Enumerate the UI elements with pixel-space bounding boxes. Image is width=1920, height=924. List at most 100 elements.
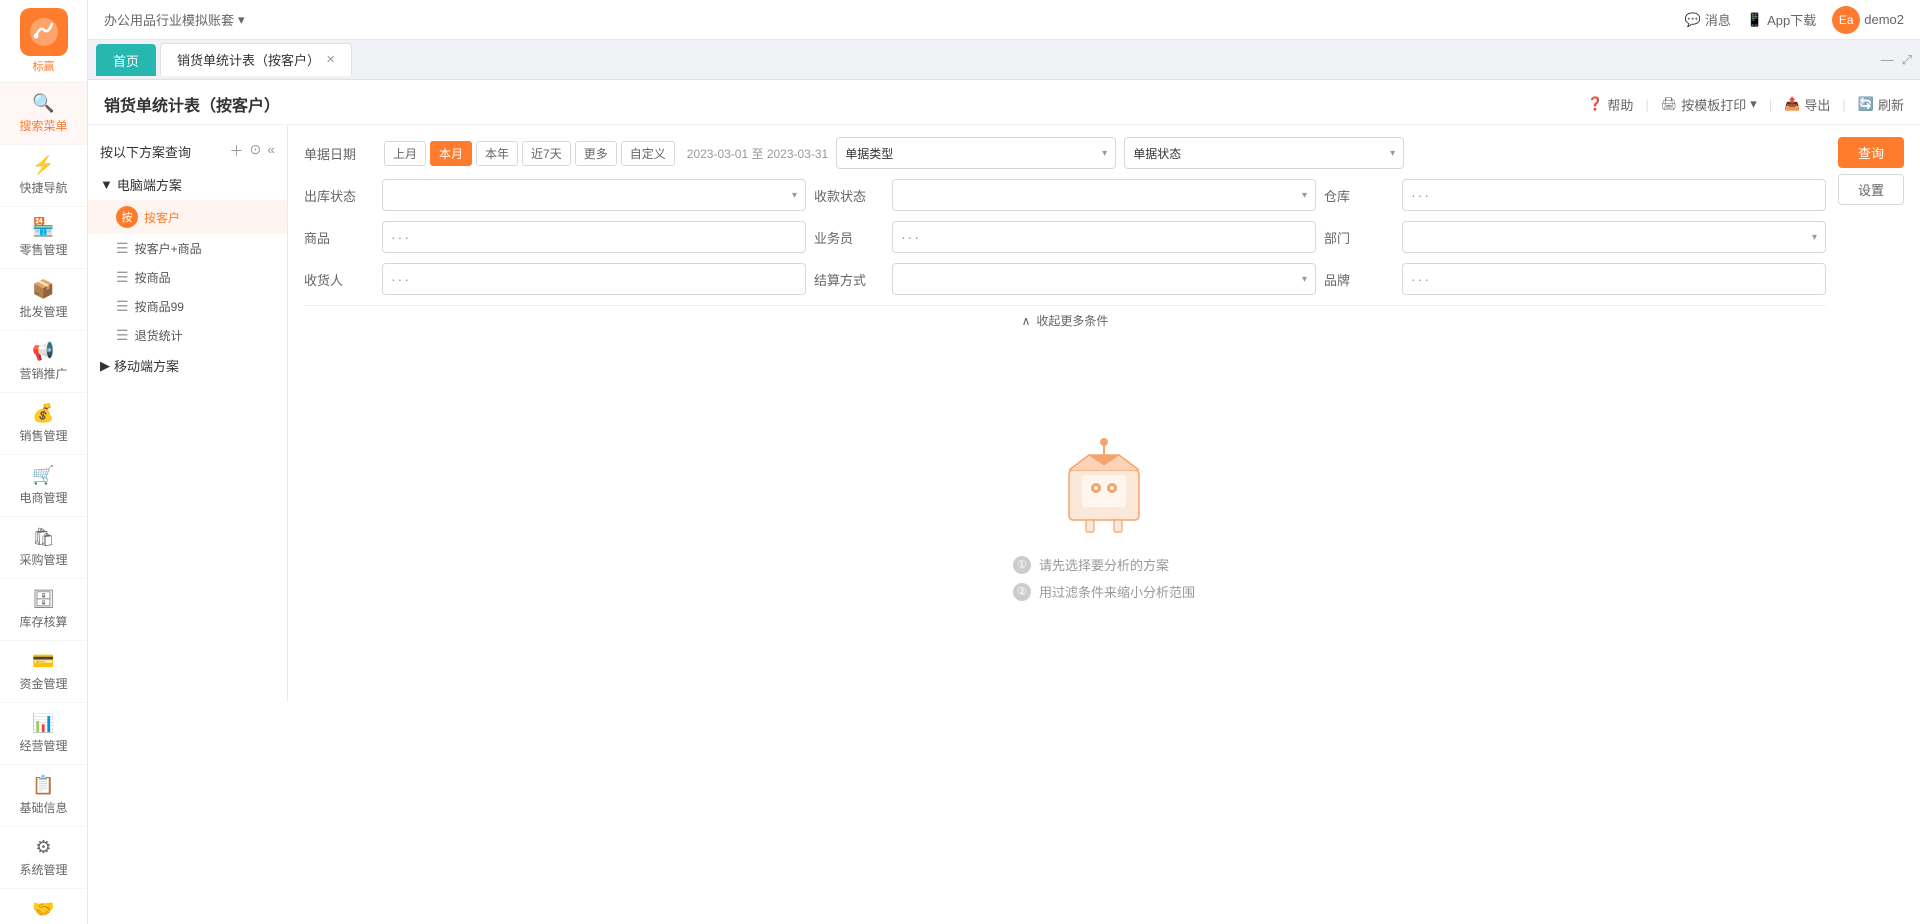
empty-tip-2: ② 用过滤条件来缩小分析范围	[1013, 582, 1195, 601]
order-type-select[interactable]: 单据类型 ▾	[836, 137, 1116, 169]
filter-row-4: 收货人 ··· 结算方式 ▾	[304, 263, 1826, 295]
scheme-item-by-goods[interactable]: ☰ 按商品	[88, 263, 287, 292]
industry-label: 办公用品行业模拟账套	[104, 10, 234, 29]
scheme-item-by-customer[interactable]: 按 按客户	[88, 200, 287, 234]
operation-icon: 📊	[32, 713, 54, 734]
sidebar-item-ecommerce-label: 电商管理	[19, 489, 67, 506]
export-btn[interactable]: 📤 导出	[1784, 95, 1830, 114]
print-dropdown-icon: ▾	[1750, 96, 1757, 112]
scheme-icon-return-stat: ☰	[116, 327, 129, 344]
filter-pay-status: 收款状态 ▾	[814, 179, 1316, 211]
date-btn-custom[interactable]: 自定义	[621, 141, 675, 166]
sidebar-item-wholesale[interactable]: 📦 批发管理	[0, 269, 87, 331]
sidebar-item-sales-label: 销售管理	[19, 427, 67, 444]
page-inner: 销货单统计表（按客户） ❓ 帮助 | 🖨 按模板打印 ▾ | 📤	[88, 80, 1920, 924]
scheme-group-mobile: ▶ 移动端方案	[88, 350, 287, 381]
pay-status-input[interactable]: ▾	[892, 179, 1316, 211]
add-scheme-btn[interactable]: ＋	[229, 141, 243, 161]
scheme-group-desktop-title[interactable]: ▼ 电脑端方案	[88, 169, 287, 200]
payment-input[interactable]: ▾	[892, 263, 1316, 295]
payment-label: 结算方式	[814, 270, 884, 289]
sidebar-item-inventory[interactable]: 🗄 库存核算	[0, 579, 87, 641]
avatar: Ea	[1832, 6, 1860, 34]
sidebar-item-enterprise[interactable]: 🤝 企业协同	[0, 889, 87, 924]
date-btn-more[interactable]: 更多	[575, 141, 617, 166]
empty-tip-1: ① 请先选择要分析的方案	[1013, 555, 1195, 574]
out-status-input[interactable]: ▾	[382, 179, 806, 211]
date-range-text: 2023-03-01 至 2023-03-31	[687, 145, 828, 162]
user-info[interactable]: Ea demo2	[1832, 6, 1904, 34]
settings-button[interactable]: 设置	[1838, 174, 1904, 205]
sidebar-item-purchase[interactable]: 🛍 采购管理	[0, 517, 87, 579]
tab-sales-stat[interactable]: 销货单统计表（按客户） ✕	[160, 43, 352, 76]
dept-label: 部门	[1324, 228, 1394, 247]
receiver-input[interactable]: ···	[382, 263, 806, 295]
scheme-icon-by-goods99: ☰	[116, 298, 129, 315]
help-btn[interactable]: ❓ 帮助	[1587, 95, 1633, 114]
top-header: 办公用品行业模拟账套 ▾ 💬 消息 📱 App下载 Ea demo2	[88, 0, 1920, 40]
sidebar-item-system[interactable]: ⚙ 系统管理	[0, 827, 87, 889]
filter-staff: 业务员 ···	[814, 221, 1316, 253]
industry-dropdown[interactable]: 办公用品行业模拟账套 ▾	[104, 10, 245, 29]
sidebar-item-search[interactable]: 🔍 搜索菜单	[0, 83, 87, 145]
goods-input[interactable]: ···	[382, 221, 806, 253]
sidebar: 标赢 🔍 搜索菜单 ⚡ 快捷导航 🏪 零售管理 📦 批发管理 📢 营销推广 💰 …	[0, 0, 88, 924]
date-btn-last-month[interactable]: 上月	[384, 141, 426, 166]
date-btn-this-year[interactable]: 本年	[476, 141, 518, 166]
brand-label: 品牌	[1324, 270, 1394, 289]
date-btn-this-month[interactable]: 本月	[430, 141, 472, 166]
goods-dots: ···	[391, 229, 411, 245]
order-status-select[interactable]: 单据状态 ▾	[1124, 137, 1404, 169]
purchase-icon: 🛍	[32, 527, 55, 548]
tab-bar-maximize[interactable]: ⤢	[1902, 52, 1912, 68]
sidebar-item-quicknav[interactable]: ⚡ 快捷导航	[0, 145, 87, 207]
sidebar-item-retail[interactable]: 🏪 零售管理	[0, 207, 87, 269]
refresh-btn[interactable]: 🔄 刷新	[1858, 95, 1904, 114]
date-label: 单据日期	[304, 144, 384, 163]
tab-bar: 首页 销货单统计表（按客户） ✕ — ⤢	[88, 40, 1920, 80]
tab-close-icon[interactable]: ✕	[326, 53, 335, 66]
scheme-item-by-goods99[interactable]: ☰ 按商品99	[88, 292, 287, 321]
wholesale-icon: 📦	[32, 279, 54, 300]
scheme-item-customer-goods[interactable]: ☰ 按客户+商品	[88, 234, 287, 263]
scheme-item-by-customer-label: 按客户	[144, 209, 180, 226]
collapse-panel-btn[interactable]: «	[267, 141, 275, 161]
export-icon: 📤	[1784, 96, 1800, 112]
sidebar-item-basic[interactable]: 📋 基础信息	[0, 765, 87, 827]
tab-bar-minimize[interactable]: —	[1881, 52, 1894, 68]
message-btn[interactable]: 💬 消息	[1685, 10, 1731, 29]
content-area: 按以下方案查询 ＋ ⊙ « ▼ 电脑端方案	[88, 125, 1920, 701]
sidebar-item-operation[interactable]: 📊 经营管理	[0, 703, 87, 765]
scheme-item-return-stat[interactable]: ☰ 退货统计	[88, 321, 287, 350]
page-title: 销货单统计表（按客户）	[104, 92, 280, 116]
title-actions: ❓ 帮助 | 🖨 按模板打印 ▾ | 📤 导出 |	[1587, 95, 1904, 114]
out-status-label: 出库状态	[304, 186, 374, 205]
sidebar-item-sales[interactable]: 💰 销售管理	[0, 393, 87, 455]
query-button[interactable]: 查询	[1838, 137, 1904, 168]
print-icon: 🖨	[1661, 96, 1678, 112]
scheme-group-mobile-title[interactable]: ▶ 移动端方案	[88, 350, 287, 381]
dept-input[interactable]: ▾	[1402, 221, 1826, 253]
sidebar-item-operation-label: 经营管理	[19, 737, 67, 754]
dropdown-icon: ▾	[238, 12, 245, 28]
warehouse-input[interactable]: ···	[1402, 179, 1826, 211]
app-download-btn[interactable]: 📱 App下载	[1747, 10, 1816, 29]
sidebar-nav: 🔍 搜索菜单 ⚡ 快捷导航 🏪 零售管理 📦 批发管理 📢 营销推广 💰 销售管…	[0, 83, 87, 924]
sidebar-item-finance[interactable]: 💳 资金管理	[0, 641, 87, 703]
template-print-btn[interactable]: 🖨 按模板打印 ▾	[1661, 95, 1757, 114]
sidebar-item-marketing-label: 营销推广	[19, 365, 67, 382]
sidebar-item-finance-label: 资金管理	[19, 675, 67, 692]
brand-input[interactable]: ···	[1402, 263, 1826, 295]
date-btn-7days[interactable]: 近7天	[522, 141, 571, 166]
app-download-label: App下载	[1767, 10, 1816, 29]
ecommerce-icon: 🛒	[32, 465, 54, 486]
collapse-btn[interactable]: ∧ 收起更多条件	[304, 305, 1826, 335]
order-type-label: 单据类型	[845, 145, 893, 162]
settings-scheme-btn[interactable]: ⊙	[249, 141, 261, 161]
tab-home[interactable]: 首页	[96, 44, 156, 76]
sidebar-item-ecommerce[interactable]: 🛒 电商管理	[0, 455, 87, 517]
sidebar-item-marketing[interactable]: 📢 营销推广	[0, 331, 87, 393]
page-content: 销货单统计表（按客户） ❓ 帮助 | 🖨 按模板打印 ▾ | 📤	[88, 80, 1920, 924]
logo-area: 标赢	[0, 0, 87, 83]
staff-input[interactable]: ···	[892, 221, 1316, 253]
